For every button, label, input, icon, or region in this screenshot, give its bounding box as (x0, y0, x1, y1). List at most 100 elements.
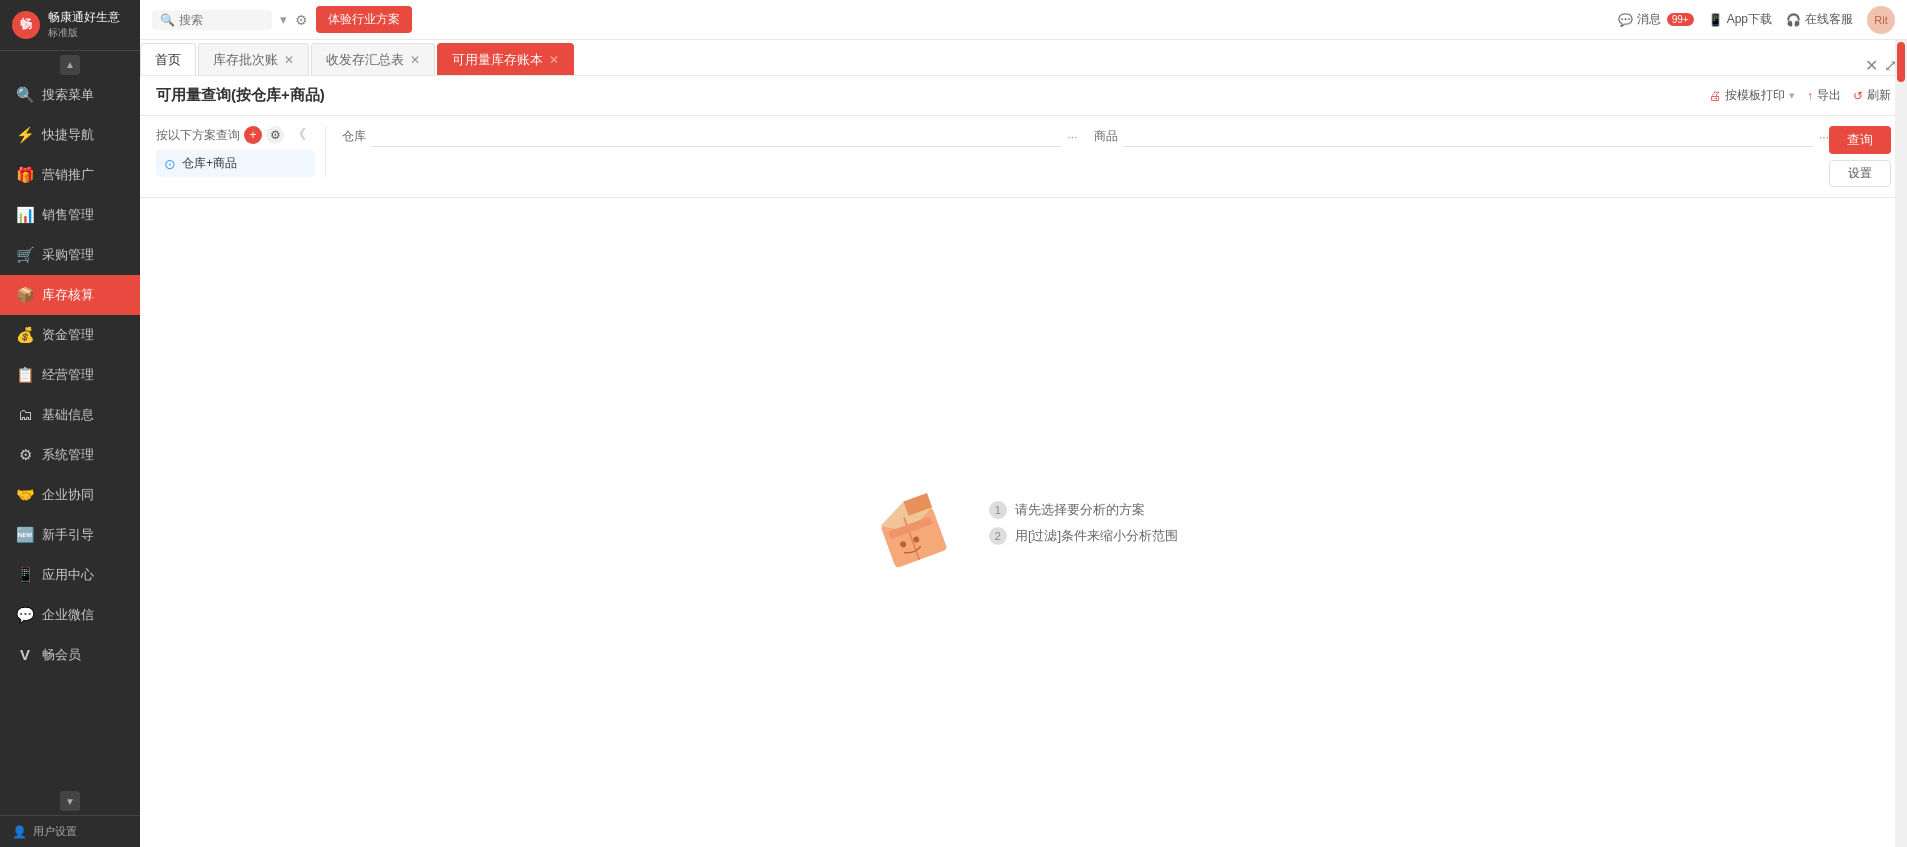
export-icon: ↑ (1807, 89, 1813, 103)
main-content: 🔍 ▾ ⚙ 体验行业方案 💬 消息 99+ 📱 App下载 🎧 在线客服 Rit (140, 0, 1907, 847)
box-illustration-svg (856, 472, 971, 587)
gift-icon: 🎁 (16, 166, 34, 184)
sidebar-item-guide[interactable]: 🆕 新手引导 (0, 515, 140, 555)
empty-state: 1 请先选择要分析的方案 2 用[过滤]条件来缩小分析范围 (140, 198, 1907, 847)
handshake-icon: 🤝 (16, 486, 34, 504)
sidebar-item-search[interactable]: 🔍 搜索菜单 (0, 75, 140, 115)
app-download-button[interactable]: 📱 App下载 (1708, 11, 1772, 28)
sidebar-item-inventory[interactable]: 📦 库存核算 (0, 275, 140, 315)
hint-text-1: 请先选择要分析的方案 (1015, 501, 1145, 519)
cart-icon: 🛒 (16, 246, 34, 264)
hint-item-2: 2 用[过滤]条件来缩小分析范围 (989, 527, 1178, 545)
tabs-bar: 首页 库存批次账 ✕ 收发存汇总表 ✕ 可用量库存账本 ✕ ✕ ⤢ (140, 40, 1907, 76)
message-button[interactable]: 💬 消息 99+ (1618, 11, 1694, 28)
warehouse-input[interactable] (372, 126, 1061, 147)
sidebar-header: 畅 畅康通好生意 标准版 (0, 0, 140, 51)
product-label: 商品 (1094, 128, 1118, 145)
warehouse-label: 仓库 (342, 128, 366, 145)
sidebar-item-operation[interactable]: 📋 经营管理 (0, 355, 140, 395)
tab-close-batch-account[interactable]: ✕ (284, 53, 294, 67)
page-title: 可用量查询(按仓库+商品) (156, 86, 325, 105)
folder-icon: 🗂 (16, 406, 34, 423)
right-scrollbar[interactable] (1895, 40, 1907, 847)
tab-available-stock[interactable]: 可用量库存账本 ✕ (437, 43, 574, 75)
sidebar-item-member[interactable]: V 畅会员 (0, 635, 140, 675)
settings-scheme-button[interactable]: ⚙ (266, 126, 284, 144)
tab-close-available-stock[interactable]: ✕ (549, 53, 559, 67)
search-icon: 🔍 (160, 13, 175, 27)
sidebar-item-finance[interactable]: 💰 资金管理 (0, 315, 140, 355)
user-avatar-small: 👤 (12, 825, 27, 839)
sidebar-item-appstore[interactable]: 📱 应用中心 (0, 555, 140, 595)
product-input[interactable] (1124, 126, 1813, 147)
sidebar-item-sales[interactable]: 📊 销售管理 (0, 195, 140, 235)
query-fields-row: 仓库 ··· 商品 ··· (342, 126, 1829, 147)
product-more-icon[interactable]: ··· (1819, 130, 1829, 144)
app-name: 畅康通好生意 (48, 10, 120, 26)
sidebar-item-marketing[interactable]: 🎁 营销推广 (0, 155, 140, 195)
empty-hints: 1 请先选择要分析的方案 2 用[过滤]条件来缩小分析范围 (989, 501, 1178, 545)
tab-batch-account[interactable]: 库存批次账 ✕ (198, 43, 309, 75)
hint-text-2: 用[过滤]条件来缩小分析范围 (1015, 527, 1178, 545)
scheme-header: 按以下方案查询 + ⚙ 《 (156, 126, 315, 144)
topbar-search-box[interactable]: 🔍 (152, 10, 272, 30)
chart-icon: 📊 (16, 206, 34, 224)
close-tab-icon[interactable]: ✕ (1865, 56, 1878, 75)
gear-icon: ⚙ (16, 446, 34, 464)
page-header-actions: 🖨 按模板打印 ▾ ↑ 导出 ↺ 刷新 (1709, 87, 1891, 104)
box-icon: 📦 (16, 286, 34, 304)
add-scheme-button[interactable]: + (244, 126, 262, 144)
refresh-button[interactable]: ↺ 刷新 (1853, 87, 1891, 104)
hint-item-1: 1 请先选择要分析的方案 (989, 501, 1178, 519)
sidebar-item-cooperation[interactable]: 🤝 企业协同 (0, 475, 140, 515)
user-avatar[interactable]: Rit (1867, 6, 1895, 34)
sidebar-bottom: 👤 用户设置 (0, 815, 140, 847)
search-input[interactable] (179, 13, 249, 27)
refresh-icon: ↺ (1853, 89, 1863, 103)
hint-num-1: 1 (989, 501, 1007, 519)
settings-button[interactable]: 设置 (1829, 160, 1891, 187)
app-logo: 畅 (12, 11, 40, 39)
sidebar-nav: 🔍 搜索菜单 ⚡ 快捷导航 🎁 营销推广 📊 销售管理 🛒 采购管理 📦 库存核… (0, 75, 140, 791)
clipboard-icon: 📋 (16, 366, 34, 384)
topbar-right: 💬 消息 99+ 📱 App下载 🎧 在线客服 Rit (1618, 6, 1895, 34)
print-dropdown-icon[interactable]: ▾ (1789, 89, 1795, 102)
warehouse-more-icon[interactable]: ··· (1067, 130, 1077, 144)
query-button[interactable]: 查询 (1829, 126, 1891, 154)
tab-receive-summary[interactable]: 收发存汇总表 ✕ (311, 43, 435, 75)
sidebar-item-shortcut[interactable]: ⚡ 快捷导航 (0, 115, 140, 155)
money-icon: 💰 (16, 326, 34, 344)
sidebar-item-basic[interactable]: 🗂 基础信息 (0, 395, 140, 435)
topbar: 🔍 ▾ ⚙ 体验行业方案 💬 消息 99+ 📱 App下载 🎧 在线客服 Rit (140, 0, 1907, 40)
topbar-dropdown-icon[interactable]: ▾ (280, 12, 287, 27)
print-icon: 🖨 (1709, 89, 1721, 103)
phone-icon: 📱 (1708, 13, 1723, 27)
scroll-down-btn[interactable]: ▼ (60, 791, 80, 811)
scheme-item-warehouse-product[interactable]: ⊙ 仓库+商品 (156, 150, 315, 177)
new-icon: 🆕 (16, 526, 34, 544)
topbar-settings-icon[interactable]: ⚙ (295, 12, 308, 28)
tab-close-receive-summary[interactable]: ✕ (410, 53, 420, 67)
print-template-button[interactable]: 🖨 按模板打印 ▾ (1709, 87, 1795, 104)
industry-solution-button[interactable]: 体验行业方案 (316, 6, 412, 33)
scroll-up-btn[interactable]: ▲ (60, 55, 80, 75)
sidebar-item-system[interactable]: ⚙ 系统管理 (0, 435, 140, 475)
customer-service-button[interactable]: 🎧 在线客服 (1786, 11, 1853, 28)
vip-icon: V (16, 646, 34, 663)
hint-num-2: 2 (989, 527, 1007, 545)
sidebar-item-wechat[interactable]: 💬 企业微信 (0, 595, 140, 635)
sidebar-item-purchase[interactable]: 🛒 采购管理 (0, 235, 140, 275)
scheme-item-icon: ⊙ (164, 156, 176, 172)
query-scheme-panel: 按以下方案查询 + ⚙ 《 ⊙ 仓库+商品 (156, 126, 326, 177)
sidebar-bottom-label: 用户设置 (33, 824, 77, 839)
app-edition: 标准版 (48, 26, 120, 40)
message-badge: 99+ (1667, 13, 1694, 26)
export-button[interactable]: ↑ 导出 (1807, 87, 1841, 104)
tab-home[interactable]: 首页 (140, 43, 196, 75)
product-field: 商品 ··· (1094, 126, 1830, 147)
collapse-panel-button[interactable]: 《 (292, 126, 306, 144)
query-buttons: 查询 设置 (1829, 126, 1891, 187)
right-scrollbar-thumb (1897, 42, 1905, 82)
sidebar: 畅 畅康通好生意 标准版 ▲ 🔍 搜索菜单 ⚡ 快捷导航 🎁 营销推广 📊 销售… (0, 0, 140, 847)
phone-icon: 📱 (16, 566, 34, 584)
